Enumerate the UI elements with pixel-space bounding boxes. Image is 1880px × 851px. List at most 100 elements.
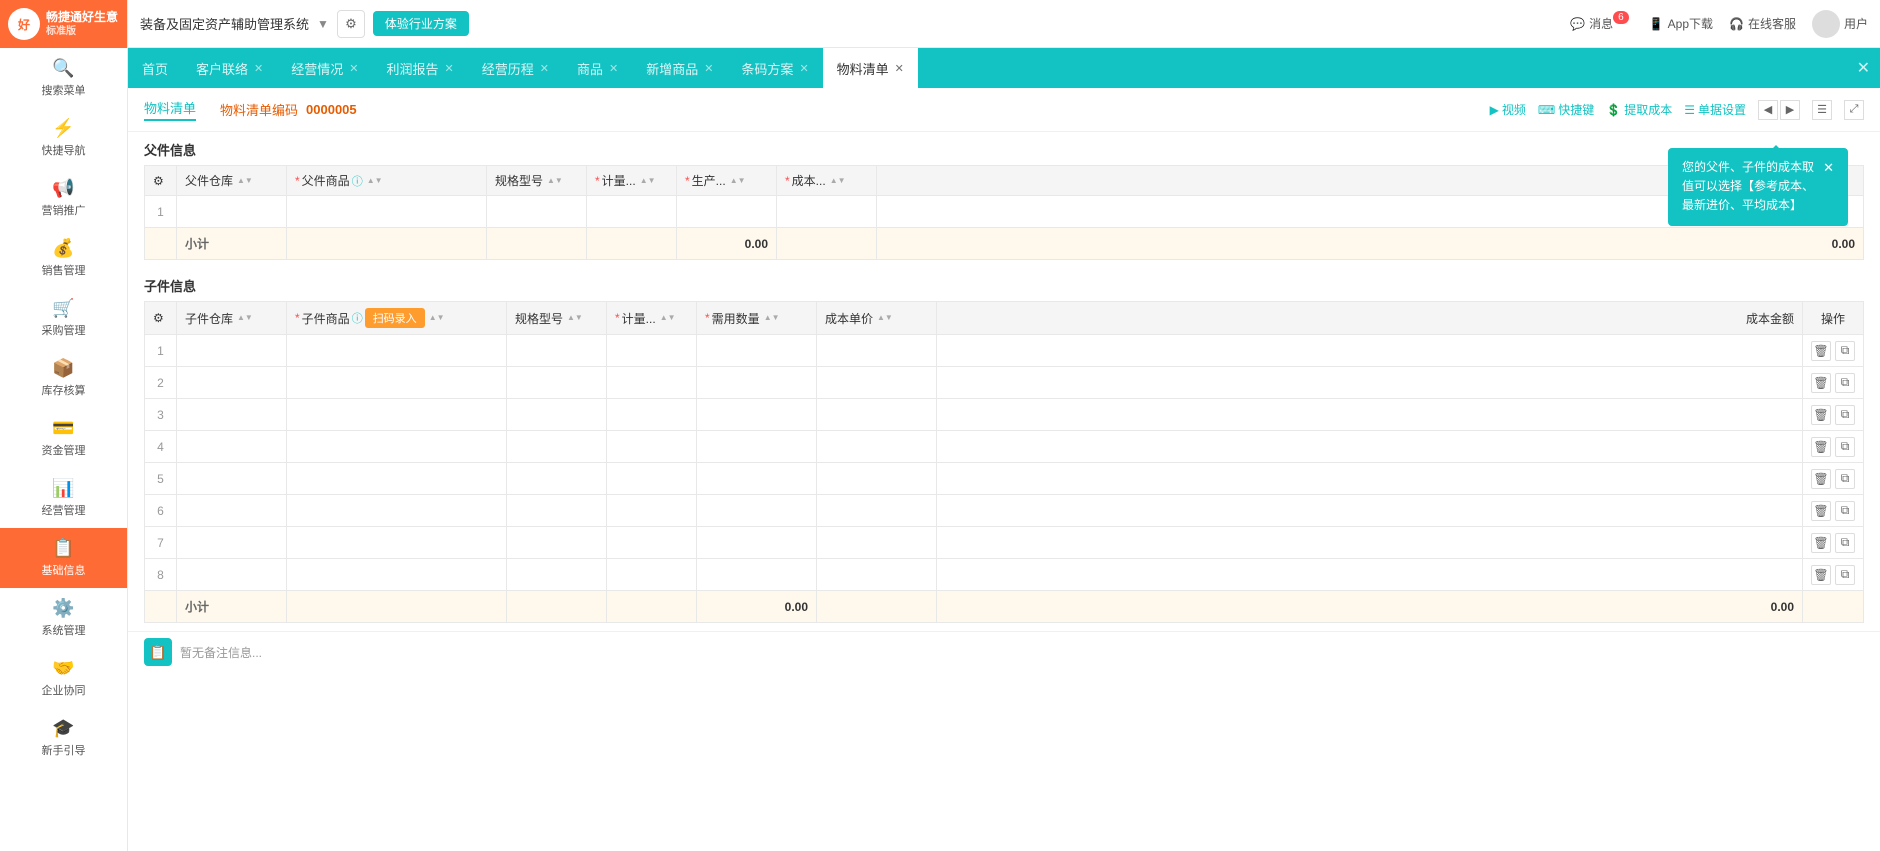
- close-tab-barcode[interactable]: ✕: [799, 62, 808, 75]
- message-button[interactable]: 💬 消息 6: [1570, 15, 1633, 32]
- sidebar-item-guide[interactable]: 🎓 新手引导: [0, 708, 127, 768]
- child-row-5-copy[interactable]: ⧉: [1835, 469, 1855, 489]
- page-tab-bom-list[interactable]: 物料清单: [144, 98, 196, 121]
- child-row-5-delete[interactable]: 🗑: [1811, 469, 1831, 489]
- child-row-2-delete[interactable]: 🗑: [1811, 373, 1831, 393]
- child-row-1-qty[interactable]: [697, 335, 817, 367]
- tab-barcode[interactable]: 条码方案 ✕: [727, 48, 822, 88]
- close-tab-bom[interactable]: ✕: [895, 62, 904, 75]
- child-row-7-unit-cost[interactable]: [817, 527, 937, 559]
- tab-operation[interactable]: 经营情况 ✕: [277, 48, 372, 88]
- parent-row-1-cost[interactable]: [777, 196, 877, 228]
- scan-button[interactable]: 扫码录入: [365, 308, 425, 328]
- child-row-4-product[interactable]: [287, 431, 507, 463]
- child-row-3-delete[interactable]: 🗑: [1811, 405, 1831, 425]
- child-row-3-cost-amount[interactable]: [937, 399, 1803, 431]
- child-row-3-copy[interactable]: ⧉: [1835, 405, 1855, 425]
- child-row-5-warehouse[interactable]: [177, 463, 287, 495]
- child-th-gear[interactable]: ⚙: [145, 302, 177, 335]
- close-tab-product[interactable]: ✕: [609, 62, 618, 75]
- child-row-1-unit[interactable]: [607, 335, 697, 367]
- tooltip-close-button[interactable]: ✕: [1823, 158, 1834, 179]
- child-row-8-qty[interactable]: [697, 559, 817, 591]
- child-row-1-warehouse[interactable]: [177, 335, 287, 367]
- child-row-7-copy[interactable]: ⧉: [1835, 533, 1855, 553]
- child-row-2-unit-cost[interactable]: [817, 367, 937, 399]
- child-row-8-copy[interactable]: ⧉: [1835, 565, 1855, 585]
- prev-arrow[interactable]: ◀: [1758, 100, 1778, 120]
- sidebar-item-inventory[interactable]: 📦 库存核算: [0, 348, 127, 408]
- child-row-7-delete[interactable]: 🗑: [1811, 533, 1831, 553]
- parent-row-1-produce[interactable]: [677, 196, 777, 228]
- sidebar-item-search[interactable]: 🔍 搜索菜单: [0, 48, 127, 108]
- tab-new-product[interactable]: 新增商品 ✕: [632, 48, 727, 88]
- view-video-button[interactable]: ▶ 视频: [1490, 101, 1526, 118]
- parent-row-1-warehouse[interactable]: [177, 196, 287, 228]
- close-tab-operation[interactable]: ✕: [349, 62, 358, 75]
- child-row-7-product[interactable]: [287, 527, 507, 559]
- user-button[interactable]: 用户: [1812, 10, 1868, 38]
- child-row-6-unit[interactable]: [607, 495, 697, 527]
- list-view-button[interactable]: ☰: [1812, 100, 1832, 120]
- child-row-5-unit[interactable]: [607, 463, 697, 495]
- tab-product[interactable]: 商品 ✕: [563, 48, 632, 88]
- child-row-4-warehouse[interactable]: [177, 431, 287, 463]
- child-row-4-cost-amount[interactable]: [937, 431, 1803, 463]
- single-settings-button[interactable]: ☰ 单据设置: [1684, 101, 1746, 118]
- close-tab-new-product[interactable]: ✕: [704, 62, 713, 75]
- close-tab-customer[interactable]: ✕: [254, 62, 263, 75]
- child-row-6-copy[interactable]: ⧉: [1835, 501, 1855, 521]
- tab-customer[interactable]: 客户联络 ✕: [182, 48, 277, 88]
- child-row-4-delete[interactable]: 🗑: [1811, 437, 1831, 457]
- parent-row-1-product[interactable]: [287, 196, 487, 228]
- child-row-2-qty[interactable]: [697, 367, 817, 399]
- close-tab-profit[interactable]: ✕: [445, 62, 454, 75]
- child-row-4-qty[interactable]: [697, 431, 817, 463]
- tab-home[interactable]: 首页: [128, 48, 182, 88]
- child-row-7-qty[interactable]: [697, 527, 817, 559]
- child-row-8-cost-amount[interactable]: [937, 559, 1803, 591]
- topbar-dropdown-arrow[interactable]: ▼: [317, 17, 329, 31]
- tab-profit[interactable]: 利润报告 ✕: [372, 48, 467, 88]
- child-row-7-warehouse[interactable]: [177, 527, 287, 559]
- sidebar-item-sales[interactable]: 💰 销售管理: [0, 228, 127, 288]
- child-row-1-product[interactable]: [287, 335, 507, 367]
- child-row-7-unit[interactable]: [607, 527, 697, 559]
- child-row-6-unit-cost[interactable]: [817, 495, 937, 527]
- topbar-gear-button[interactable]: ⚙: [337, 10, 365, 38]
- child-row-6-delete[interactable]: 🗑: [1811, 501, 1831, 521]
- child-row-2-warehouse[interactable]: [177, 367, 287, 399]
- child-row-2-cost-amount[interactable]: [937, 367, 1803, 399]
- sidebar-item-quick-nav[interactable]: ⚡ 快捷导航: [0, 108, 127, 168]
- child-row-4-unit[interactable]: [607, 431, 697, 463]
- child-row-7-cost-amount[interactable]: [937, 527, 1803, 559]
- child-row-8-unit[interactable]: [607, 559, 697, 591]
- child-row-1-delete[interactable]: 🗑: [1811, 341, 1831, 361]
- child-row-6-spec[interactable]: [507, 495, 607, 527]
- child-row-2-unit[interactable]: [607, 367, 697, 399]
- parent-row-1-unit[interactable]: [587, 196, 677, 228]
- child-row-6-warehouse[interactable]: [177, 495, 287, 527]
- child-row-4-unit-cost[interactable]: [817, 431, 937, 463]
- parent-th-gear[interactable]: ⚙: [145, 166, 177, 196]
- child-row-1-unit-cost[interactable]: [817, 335, 937, 367]
- sidebar-item-basic[interactable]: 📋 基础信息: [0, 528, 127, 588]
- shortcut-button[interactable]: ⌨ 快捷键: [1538, 101, 1594, 118]
- sidebar-item-finance[interactable]: 💳 资金管理: [0, 408, 127, 468]
- child-row-6-cost-amount[interactable]: [937, 495, 1803, 527]
- child-row-4-copy[interactable]: ⧉: [1835, 437, 1855, 457]
- parent-row-1-spec[interactable]: [487, 196, 587, 228]
- child-row-5-unit-cost[interactable]: [817, 463, 937, 495]
- child-row-3-qty[interactable]: [697, 399, 817, 431]
- sidebar-item-purchase[interactable]: 🛒 采购管理: [0, 288, 127, 348]
- child-row-5-product[interactable]: [287, 463, 507, 495]
- online-service-button[interactable]: 🎧 在线客服: [1729, 15, 1796, 32]
- child-row-3-unit[interactable]: [607, 399, 697, 431]
- expand-button[interactable]: ⤢: [1844, 100, 1864, 120]
- child-row-3-unit-cost[interactable]: [817, 399, 937, 431]
- sidebar-item-collab[interactable]: 🤝 企业协同: [0, 648, 127, 708]
- app-download-button[interactable]: 📱 App下载: [1649, 15, 1713, 32]
- child-row-8-product[interactable]: [287, 559, 507, 591]
- child-row-8-spec[interactable]: [507, 559, 607, 591]
- child-row-4-spec[interactable]: [507, 431, 607, 463]
